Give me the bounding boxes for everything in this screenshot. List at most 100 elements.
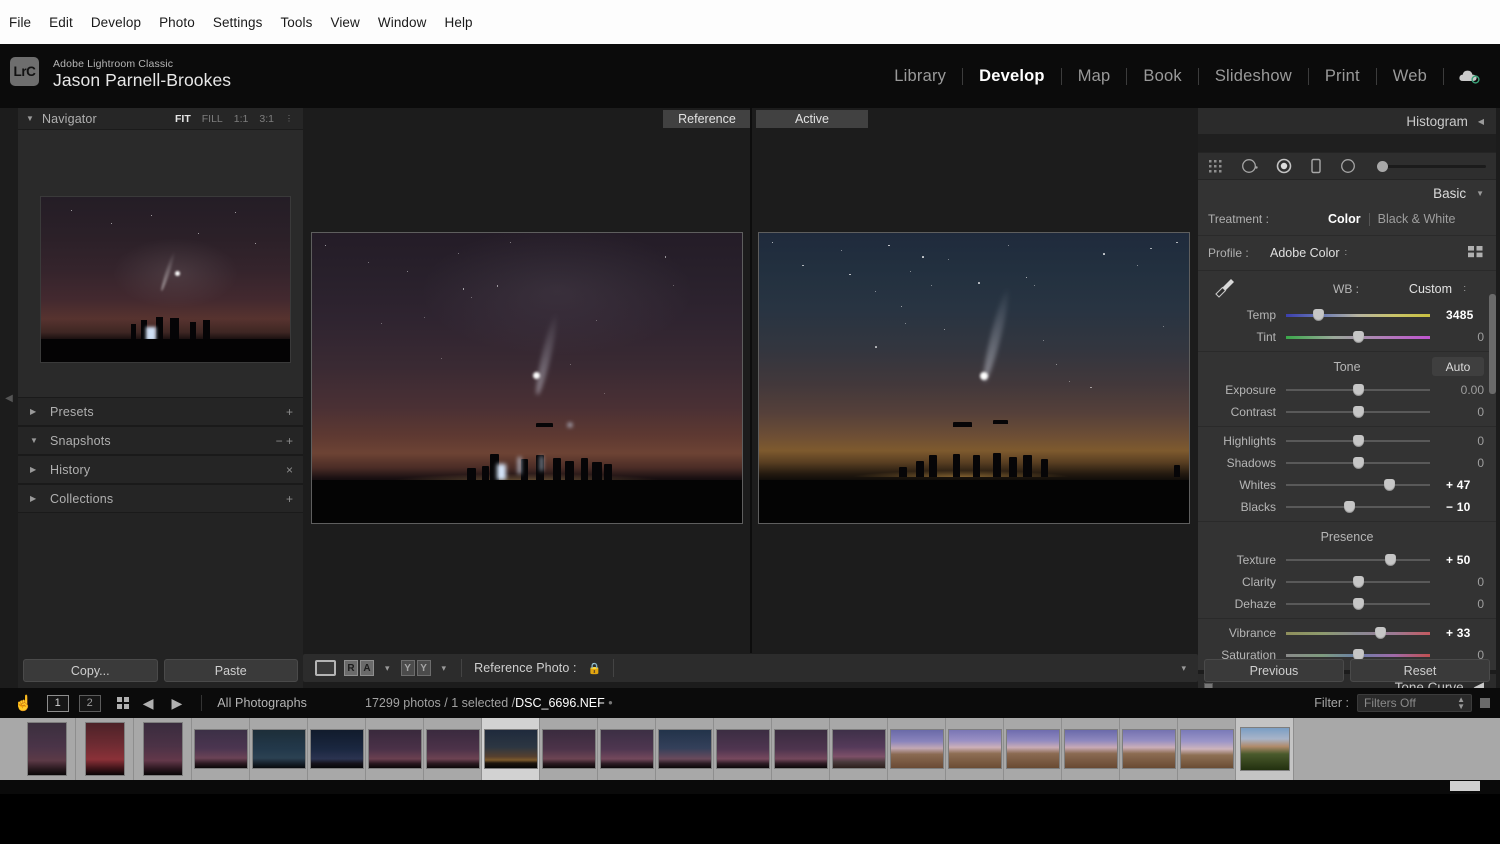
- slider-value-whites[interactable]: + 47: [1430, 478, 1484, 492]
- source-label[interactable]: All Photographs: [217, 696, 307, 710]
- slider-value-dehaze[interactable]: 0: [1430, 597, 1484, 611]
- slider-track-tint[interactable]: [1286, 331, 1430, 343]
- slider-knob-exposure[interactable]: [1353, 384, 1364, 396]
- slider-track-shadows[interactable]: [1286, 457, 1430, 469]
- list-item[interactable]: [1178, 718, 1236, 780]
- slider-knob-tint[interactable]: [1353, 331, 1364, 343]
- module-develop[interactable]: Develop: [963, 67, 1061, 86]
- profile-value[interactable]: Adobe Color: [1270, 246, 1340, 260]
- yy-caret-icon[interactable]: ▾: [439, 663, 450, 674]
- paste-button[interactable]: Paste: [163, 659, 298, 682]
- list-item[interactable]: [1004, 718, 1062, 780]
- list-item[interactable]: [192, 718, 250, 780]
- filmstrip-grabber-icon[interactable]: ☝: [10, 694, 37, 712]
- reference-compare-view-icon[interactable]: R A: [344, 660, 374, 676]
- filter-dropdown[interactable]: Filters Off ▲ ▼: [1357, 694, 1472, 712]
- ra-caret-icon[interactable]: ▾: [382, 663, 393, 674]
- list-item[interactable]: [946, 718, 1004, 780]
- menu-edit[interactable]: Edit: [48, 13, 74, 32]
- monitor-1-button[interactable]: 1: [46, 694, 69, 712]
- compare-split-divider[interactable]: [750, 108, 752, 653]
- tool-amount-knob[interactable]: [1377, 160, 1388, 172]
- white-balance-selector-icon[interactable]: [1212, 275, 1238, 304]
- menu-settings[interactable]: Settings: [212, 13, 264, 32]
- histogram-graph[interactable]: [1198, 134, 1496, 152]
- previous-button[interactable]: Previous: [1204, 659, 1344, 682]
- active-label[interactable]: Active: [756, 110, 868, 128]
- sidebar-item-presets[interactable]: ▶ Presets +: [18, 397, 303, 426]
- slider-knob-highlights[interactable]: [1353, 435, 1364, 447]
- navigator-preview[interactable]: [18, 130, 303, 397]
- zoom-3-1[interactable]: 3:1: [259, 113, 274, 125]
- list-item[interactable]: [134, 718, 192, 780]
- slider-knob-texture[interactable]: [1384, 554, 1396, 566]
- list-item[interactable]: [772, 718, 830, 780]
- before-after-view-icon[interactable]: Y Y: [400, 660, 431, 676]
- copy-button[interactable]: Copy...: [23, 659, 158, 682]
- list-item[interactable]: [366, 718, 424, 780]
- slider-track-texture[interactable]: [1286, 554, 1430, 566]
- menu-window[interactable]: Window: [377, 13, 428, 32]
- slider-knob-shadows[interactable]: [1353, 457, 1364, 469]
- reset-button[interactable]: Reset: [1350, 659, 1490, 682]
- clear-history-icon[interactable]: ×: [286, 463, 293, 477]
- slider-knob-blacks[interactable]: [1344, 501, 1356, 513]
- profile-browser-icon[interactable]: [1467, 244, 1484, 262]
- slider-knob-dehaze[interactable]: [1353, 598, 1364, 610]
- filmstrip-scrollbar-thumb[interactable]: [1450, 781, 1480, 791]
- list-item[interactable]: [656, 718, 714, 780]
- module-print[interactable]: Print: [1309, 67, 1376, 86]
- wb-value[interactable]: Custom: [1409, 282, 1452, 296]
- basic-panel-header[interactable]: Basic ▼: [1198, 180, 1496, 206]
- cloud-sync-icon[interactable]: [1444, 68, 1486, 84]
- slider-track-dehaze[interactable]: [1286, 598, 1430, 610]
- slider-value-exposure[interactable]: 0.00: [1430, 383, 1484, 397]
- add-collection-icon[interactable]: +: [286, 492, 293, 506]
- expand-triangle-icon[interactable]: ▶: [30, 407, 38, 416]
- module-book[interactable]: Book: [1127, 67, 1197, 86]
- list-item-selected[interactable]: [482, 718, 540, 780]
- slider-track-vibrance[interactable]: [1286, 627, 1430, 639]
- forward-arrow-icon[interactable]: ▶: [167, 695, 186, 712]
- collapse-triangle-icon[interactable]: ▼: [30, 436, 38, 445]
- expand-triangle-icon[interactable]: ▶: [30, 465, 38, 474]
- module-web[interactable]: Web: [1377, 67, 1443, 86]
- list-item[interactable]: [18, 718, 76, 780]
- slider-knob-contrast[interactable]: [1353, 406, 1364, 418]
- menu-photo[interactable]: Photo: [158, 13, 196, 32]
- toolbar-options-caret-icon[interactable]: ▾: [1181, 663, 1186, 674]
- list-item[interactable]: [308, 718, 366, 780]
- slider-track-clarity[interactable]: [1286, 576, 1430, 588]
- left-panel-toggle[interactable]: ◀: [2, 368, 16, 428]
- spot-removal-icon[interactable]: [1241, 158, 1259, 174]
- masking-icon[interactable]: [1309, 158, 1323, 174]
- slider-value-contrast[interactable]: 0: [1430, 405, 1484, 419]
- list-item[interactable]: [714, 718, 772, 780]
- back-arrow-icon[interactable]: ◀: [139, 695, 158, 712]
- list-item[interactable]: [76, 718, 134, 780]
- slider-value-blacks[interactable]: − 10: [1430, 500, 1484, 514]
- slider-track-highlights[interactable]: [1286, 435, 1430, 447]
- active-photo[interactable]: [758, 232, 1190, 524]
- collapse-arrow-icon[interactable]: ▼: [1476, 189, 1484, 198]
- list-item[interactable]: [424, 718, 482, 780]
- reference-photo[interactable]: [311, 232, 743, 524]
- module-map[interactable]: Map: [1062, 67, 1127, 86]
- list-item[interactable]: [1236, 718, 1294, 780]
- slider-value-texture[interactable]: + 50: [1430, 553, 1484, 567]
- grid-view-icon[interactable]: [116, 697, 129, 709]
- slider-knob-temp[interactable]: [1312, 309, 1324, 321]
- add-preset-icon[interactable]: +: [286, 405, 293, 419]
- filename-caret-icon[interactable]: •: [608, 696, 612, 710]
- module-slideshow[interactable]: Slideshow: [1199, 67, 1308, 86]
- sidebar-item-history[interactable]: ▶ History ×: [18, 455, 303, 484]
- slider-value-shadows[interactable]: 0: [1430, 456, 1484, 470]
- treatment-color[interactable]: Color: [1320, 212, 1369, 226]
- collapse-arrow-icon[interactable]: ◀: [1478, 117, 1484, 126]
- zoom-1-1[interactable]: 1:1: [234, 113, 249, 125]
- menu-develop[interactable]: Develop: [90, 13, 142, 32]
- crop-overlay-icon[interactable]: [1208, 159, 1225, 174]
- slider-track-blacks[interactable]: [1286, 501, 1430, 513]
- single-view-icon[interactable]: [315, 660, 336, 676]
- slider-track-temp[interactable]: [1286, 309, 1430, 321]
